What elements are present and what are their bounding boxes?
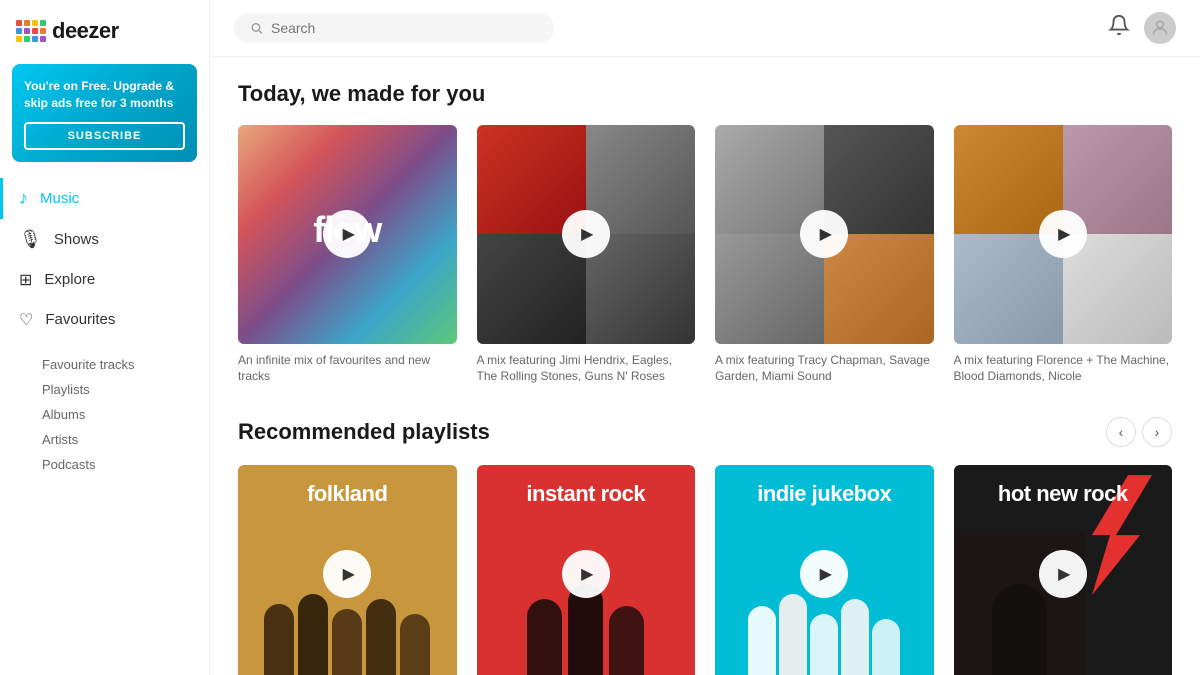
sidebar-item-artists[interactable]: Artists (0, 427, 209, 452)
playlists-title: Recommended playlists (238, 419, 490, 445)
folkland-card[interactable]: folkland Folkland (238, 465, 457, 675)
instant-rock-play-button[interactable] (562, 550, 610, 598)
florence-thumb (954, 125, 1173, 344)
prev-arrow-button[interactable]: ‹ (1106, 417, 1136, 447)
flow-play-button[interactable] (323, 210, 371, 258)
tracy-mix-card[interactable]: A mix featuring Tracy Chapman, Savage Ga… (715, 125, 934, 385)
nav-item-shows[interactable]: 🎙 Shows (0, 219, 209, 260)
hot-new-rock-play-button[interactable] (1039, 550, 1087, 598)
topbar (210, 0, 1200, 57)
for-you-grid: flow An infinite mix of favourites and n… (238, 125, 1172, 385)
promo-banner: You're on Free. Upgrade & skip ads free … (12, 64, 197, 162)
nav-item-music[interactable]: ♪ Music (0, 178, 209, 219)
for-you-title: Today, we made for you (238, 81, 1172, 107)
hot-new-rock-thumb: hot new rock (954, 465, 1173, 675)
flow-card-desc: An infinite mix of favourites and new tr… (238, 352, 457, 386)
instant-rock-card[interactable]: instant rock Instant Rock (477, 465, 696, 675)
mix2-play-button[interactable] (800, 210, 848, 258)
nav-label-favourites: Favourites (45, 311, 115, 328)
sidebar-item-albums[interactable]: Albums (0, 402, 209, 427)
sidebar: deezer You're on Free. Upgrade & skip ad… (0, 0, 210, 675)
next-arrow-button[interactable]: › (1142, 417, 1172, 447)
main-nav: ♪ Music 🎙 Shows ⊞ Explore ♡ Favourites (0, 170, 209, 348)
hot-new-rock-label: hot new rock (954, 481, 1173, 507)
rolling-stones-mix-card[interactable]: A mix featuring Jimi Hendrix, Eagles, Th… (477, 125, 696, 385)
mix3-desc: A mix featuring Florence + The Machine, … (954, 352, 1173, 386)
music-icon: ♪ (19, 188, 28, 209)
tracy-thumb (715, 125, 934, 344)
nav-item-favourites[interactable]: ♡ Favourites (0, 300, 209, 340)
sidebar-item-podcasts[interactable]: Podcasts (0, 452, 209, 477)
deezer-logo[interactable]: deezer (16, 18, 119, 44)
flow-card[interactable]: flow An infinite mix of favourites and n… (238, 125, 457, 385)
logo-text: deezer (52, 18, 119, 44)
playlists-section-header: Recommended playlists ‹ › (238, 417, 1172, 447)
playlist-nav-arrows: ‹ › (1106, 417, 1172, 447)
rolling-stones-thumb (477, 125, 696, 344)
nav-label-explore: Explore (44, 271, 95, 288)
sidebar-item-playlists[interactable]: Playlists (0, 377, 209, 402)
content-area: Today, we made for you flow An infinite … (210, 57, 1200, 675)
logo-area: deezer (0, 0, 209, 56)
indie-jukebox-label: indie jukebox (715, 481, 934, 507)
nav-label-shows: Shows (54, 231, 99, 248)
search-bar[interactable] (234, 13, 554, 43)
favourites-sub-nav: Favourite tracks Playlists Albums Artist… (0, 348, 209, 485)
instant-rock-label: instant rock (477, 481, 696, 507)
heart-icon: ♡ (19, 310, 33, 330)
mix1-play-button[interactable] (562, 210, 610, 258)
nav-item-explore[interactable]: ⊞ Explore (0, 260, 209, 300)
mix1-desc: A mix featuring Jimi Hendrix, Eagles, Th… (477, 352, 696, 386)
playlists-grid: folkland Folkland instant rock (238, 465, 1172, 675)
indie-jukebox-play-button[interactable] (800, 550, 848, 598)
hot-new-rock-card[interactable]: hot new rock Hot New Rock (954, 465, 1173, 675)
indie-jukebox-thumb: indie jukebox (715, 465, 934, 675)
main-content: Today, we made for you flow An infinite … (210, 0, 1200, 675)
mix2-desc: A mix featuring Tracy Chapman, Savage Ga… (715, 352, 934, 386)
nav-label-music: Music (40, 190, 79, 207)
topbar-right (1108, 12, 1176, 44)
avatar[interactable] (1144, 12, 1176, 44)
search-input[interactable] (271, 20, 538, 36)
mix3-play-button[interactable] (1039, 210, 1087, 258)
sidebar-item-favourite-tracks[interactable]: Favourite tracks (0, 352, 209, 377)
folkland-play-button[interactable] (323, 550, 371, 598)
subscribe-button[interactable]: SUBSCRIBE (24, 122, 185, 150)
instant-rock-thumb: instant rock (477, 465, 696, 675)
promo-text: You're on Free. Upgrade & skip ads free … (24, 78, 185, 112)
flow-card-thumb: flow (238, 125, 457, 344)
microphone-icon: 🎙 (19, 229, 42, 250)
grid-icon: ⊞ (19, 270, 32, 290)
florence-mix-card[interactable]: A mix featuring Florence + The Machine, … (954, 125, 1173, 385)
folkland-thumb: folkland (238, 465, 457, 675)
folkland-label: folkland (238, 481, 457, 507)
indie-jukebox-card[interactable]: indie jukebox Indie Jukebox (715, 465, 934, 675)
notification-bell-icon[interactable] (1108, 14, 1130, 42)
logo-grid-icon (16, 20, 46, 42)
search-icon (250, 21, 263, 35)
